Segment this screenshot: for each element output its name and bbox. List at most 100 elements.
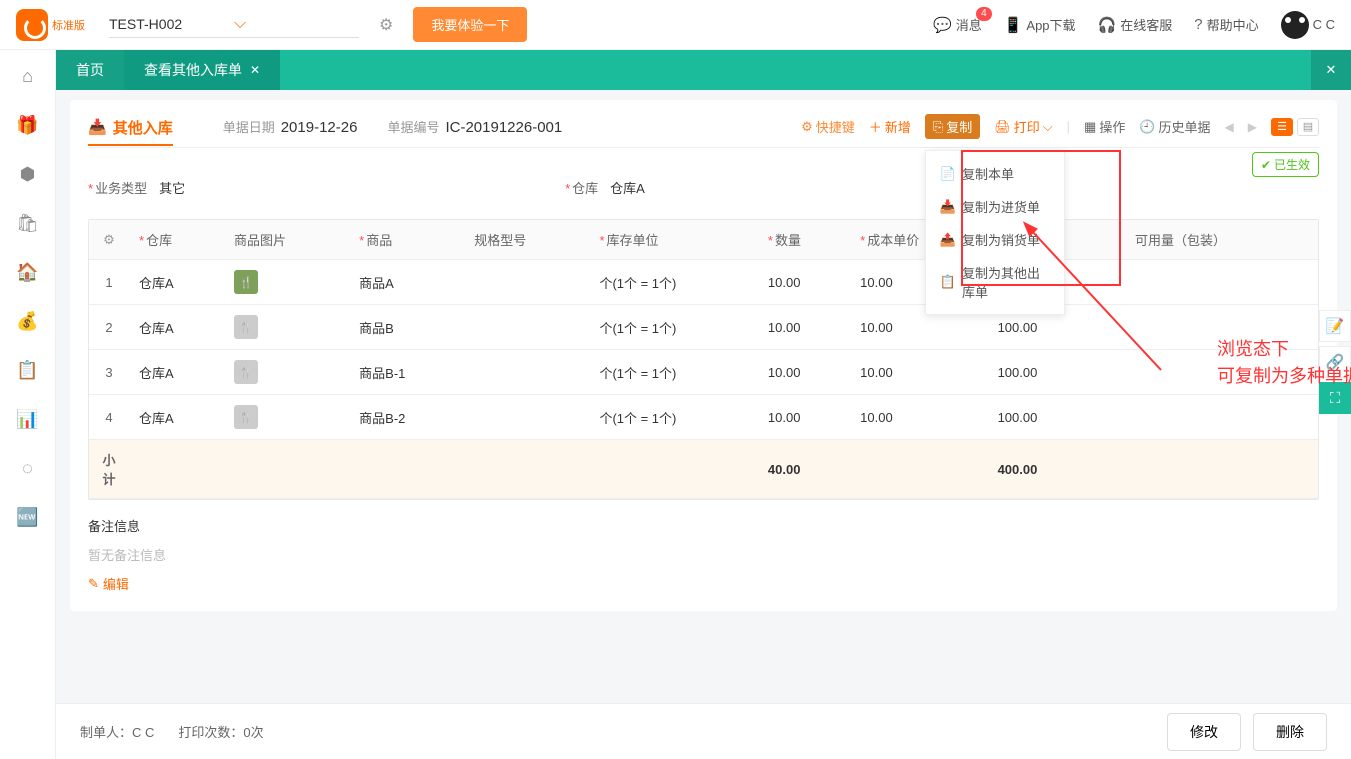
dropdown-copy-outbound[interactable]: 📋 复制为其他出库单	[926, 256, 1064, 308]
service-button[interactable]: 🎧 在线客服	[1098, 15, 1173, 34]
tab-close-icon[interactable]: ✕	[250, 63, 260, 77]
table-row[interactable]: 3仓库A🍴商品B-1个(1个 = 1个)10.0010.00100.00	[89, 350, 1318, 395]
sidebar-money-icon[interactable]: 💰	[16, 311, 38, 332]
org-name: TEST-H002	[109, 16, 234, 32]
remark-empty: 暂无备注信息	[88, 545, 1319, 564]
warehouse-label: *仓库	[565, 178, 598, 197]
table-row[interactable]: 1仓库A🍴商品A个(1个 = 1个)10.0010.00100.00	[89, 260, 1318, 305]
headset-icon: 🎧	[1098, 16, 1117, 34]
docno-value: IC-20191226-001	[445, 119, 562, 136]
user-menu[interactable]: C C	[1281, 11, 1335, 39]
print-count: 打印次数：0次	[178, 722, 263, 741]
tab-view-other-inbound[interactable]: 查看其他入库单 ✕	[124, 50, 280, 90]
service-label: 在线客服	[1120, 15, 1172, 34]
modify-button[interactable]: 修改	[1167, 713, 1241, 751]
messages-badge: 4	[976, 7, 992, 21]
delete-button[interactable]: 删除	[1253, 713, 1327, 751]
ops-label: 操作	[1099, 117, 1125, 136]
avatar-icon	[1281, 11, 1309, 39]
prev-arrow-icon[interactable]: ◀	[1225, 120, 1234, 134]
new-label: 新增	[885, 117, 911, 136]
history-button[interactable]: 🕘历史单据	[1139, 117, 1210, 136]
logo-subtitle: 标准版	[52, 17, 85, 33]
doc-icon: 📥	[940, 199, 956, 215]
view-card-toggle[interactable]: ▤	[1297, 118, 1319, 136]
sidebar-gift-icon[interactable]: 🎁	[16, 115, 38, 136]
app-download-button[interactable]: 📱 App下载	[1004, 15, 1076, 34]
print-label: 打印	[1014, 117, 1040, 136]
message-icon: 💬	[933, 16, 952, 34]
gear-icon[interactable]: ⚙	[103, 232, 115, 247]
dd-label-2: 复制为进货单	[962, 197, 1040, 216]
chevron-down-icon: ⌵	[1043, 119, 1053, 135]
shortcut-label: 快捷键	[816, 117, 855, 136]
sidebar-warehouse-icon[interactable]: 🏠	[16, 262, 38, 283]
new-button[interactable]: ＋新增	[869, 117, 911, 136]
sidebar-bag-icon[interactable]: 🛍	[16, 213, 39, 234]
plus-icon: ＋	[869, 117, 882, 136]
logo-icon	[16, 9, 48, 41]
col-image: 商品图片	[224, 220, 349, 260]
grid-icon: ▦	[1084, 119, 1096, 135]
dd-label-3: 复制为销货单	[962, 230, 1040, 249]
tab-home[interactable]: 首页	[56, 50, 124, 90]
page-close-button[interactable]: ✕	[1311, 50, 1351, 90]
maker-info: 制单人：C C	[80, 722, 154, 741]
sidebar-store-icon[interactable]: ⬢	[20, 164, 36, 185]
tab-home-label: 首页	[76, 60, 104, 80]
col-qty: *数量	[758, 220, 850, 260]
help-button[interactable]: ? 帮助中心	[1194, 15, 1258, 34]
table-row[interactable]: 4仓库A🍴商品B-2个(1个 = 1个)10.0010.00100.00	[89, 395, 1318, 440]
col-warehouse: *仓库	[129, 220, 224, 260]
print-button[interactable]: 🖨打印⌵	[994, 117, 1052, 136]
operations-button[interactable]: ▦操作	[1084, 117, 1125, 136]
shortcut-button[interactable]: ⚙快捷键	[801, 117, 855, 136]
settings-icon[interactable]: ⚙	[379, 15, 393, 35]
phone-icon: 📱	[1004, 16, 1023, 34]
sidebar-report-icon[interactable]: 📊	[16, 409, 38, 430]
copy-label: 复制	[946, 117, 972, 136]
table-row[interactable]: 2仓库A🍴商品B个(1个 = 1个)10.0010.00100.00	[89, 305, 1318, 350]
date-label: 单据日期	[223, 120, 275, 135]
status-badge: ✔已生效	[1252, 152, 1319, 177]
status-label: 已生效	[1274, 156, 1310, 173]
next-arrow-icon[interactable]: ▶	[1248, 120, 1257, 134]
dropdown-copy-self[interactable]: 📄 复制本单	[926, 157, 1064, 190]
dropdown-copy-sales[interactable]: 📤 复制为销货单	[926, 223, 1064, 256]
copy-icon: ⎘	[933, 119, 943, 135]
org-selector[interactable]: TEST-H002 ⌵	[109, 11, 359, 38]
check-icon: ✔	[1261, 158, 1271, 172]
edit-remark-button[interactable]: ✎编辑	[88, 574, 1319, 593]
print-icon: 🖨	[994, 119, 1011, 135]
sidebar-clipboard-icon[interactable]: 📋	[16, 360, 38, 381]
dropdown-copy-purchase[interactable]: 📥 复制为进货单	[926, 190, 1064, 223]
user-name: C C	[1313, 17, 1335, 32]
dd-label-4: 复制为其他出库单	[962, 263, 1050, 301]
annotation-text: 浏览态下 可复制为多种单据	[1217, 336, 1351, 390]
help-icon: ?	[1194, 16, 1202, 33]
warehouse-value: 仓库A	[610, 178, 645, 197]
copy-dropdown: 📄 复制本单 📥 复制为进货单 📤 复制为销货单 📋 复制为其他出库单	[925, 150, 1065, 315]
copy-button[interactable]: ⎘复制	[925, 114, 980, 139]
help-label: 帮助中心	[1207, 15, 1259, 34]
history-icon: 🕘	[1139, 119, 1155, 135]
messages-button[interactable]: 💬 消息 4	[933, 15, 982, 34]
col-product: *商品	[349, 220, 464, 260]
doc-icon: 📋	[940, 274, 956, 290]
app-label: App下载	[1026, 15, 1075, 34]
remark-title: 备注信息	[88, 516, 1319, 535]
biz-type-label: *业务类型	[88, 178, 147, 197]
view-list-toggle[interactable]: ☰	[1271, 118, 1293, 136]
dd-label-1: 复制本单	[962, 164, 1014, 183]
doc-icon: 📄	[940, 166, 956, 182]
biz-type-value: 其它	[159, 178, 185, 197]
tab-active-label: 查看其他入库单	[144, 60, 242, 80]
sidebar-loading-icon[interactable]: ◌	[22, 458, 33, 479]
doc-type-tab[interactable]: 📥 其他入库	[88, 117, 173, 146]
try-button[interactable]: 我要体验一下	[413, 7, 527, 42]
sidebar-new-icon[interactable]: 🆕	[16, 507, 38, 528]
doc-icon: 📤	[940, 232, 956, 248]
edit-icon: ✎	[88, 576, 99, 592]
edit-label: 编辑	[103, 574, 129, 593]
sidebar-home-icon[interactable]: ⌂	[22, 66, 33, 87]
